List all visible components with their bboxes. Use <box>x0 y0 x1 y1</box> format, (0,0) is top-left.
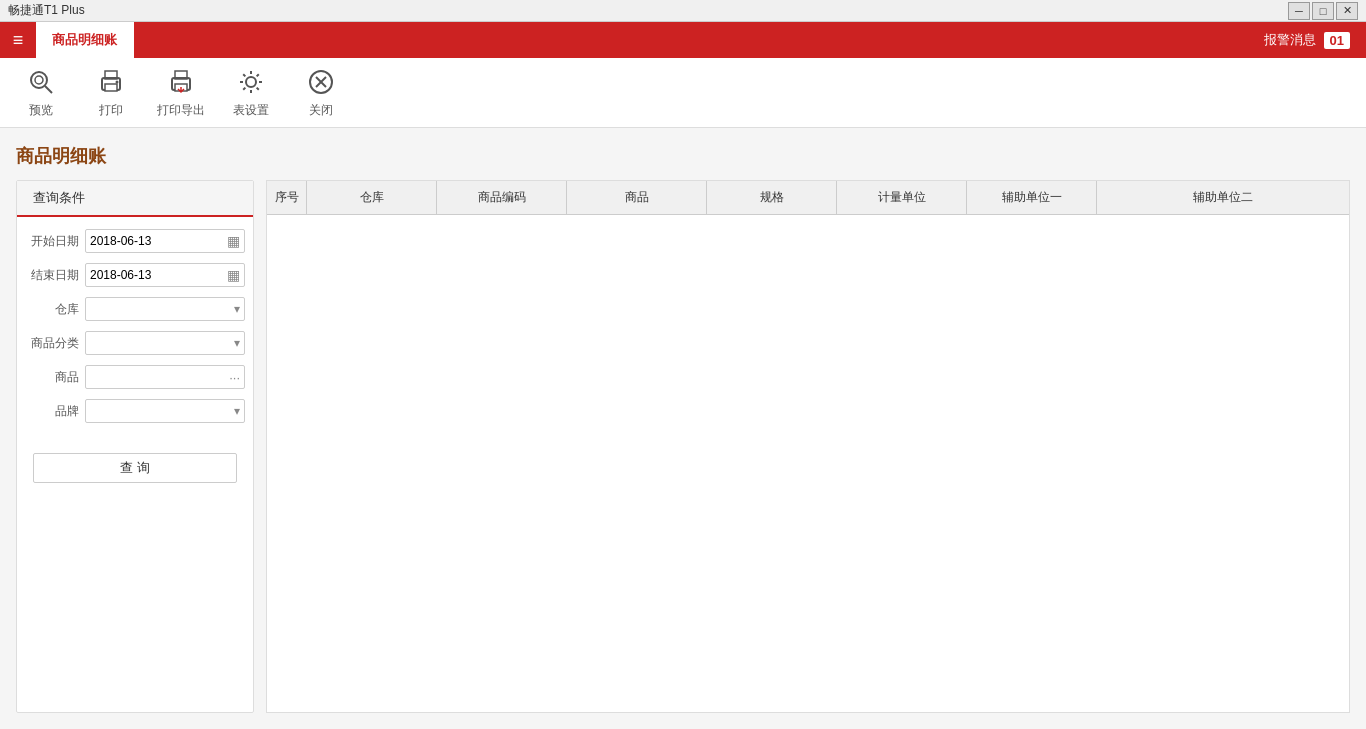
table-settings-icon <box>235 66 267 98</box>
print-export-icon <box>165 66 197 98</box>
warehouse-dropdown-icon: ▾ <box>234 302 240 316</box>
product-dots-icon[interactable]: ··· <box>229 370 240 385</box>
alert-count: 01 <box>1324 32 1350 49</box>
col-header-warehouse: 仓库 <box>307 181 437 214</box>
end-date-label: 结束日期 <box>25 267 85 284</box>
page-content: 商品明细账 查询条件 开始日期 ▦ 结束日期 <box>0 128 1366 729</box>
query-form: 开始日期 ▦ 结束日期 ▦ 仓库 <box>17 217 253 445</box>
maximize-button[interactable]: □ <box>1312 2 1334 20</box>
menu-button[interactable]: ≡ <box>0 22 36 58</box>
preview-label: 预览 <box>29 102 53 119</box>
end-date-row: 结束日期 ▦ <box>25 263 245 287</box>
preview-button[interactable]: 预览 <box>16 66 66 119</box>
svg-point-0 <box>31 72 47 88</box>
print-button[interactable]: 打印 <box>86 66 136 119</box>
category-row: 商品分类 ▾ <box>25 331 245 355</box>
end-date-calendar-icon[interactable]: ▦ <box>227 267 240 283</box>
col-header-unit: 计量单位 <box>837 181 967 214</box>
svg-point-2 <box>35 76 43 84</box>
start-date-input[interactable]: ▦ <box>85 229 245 253</box>
start-date-calendar-icon[interactable]: ▦ <box>227 233 240 249</box>
title-bar: 畅捷通T1 Plus ─ □ ✕ <box>0 0 1366 22</box>
alert-area: 报警消息 01 <box>1264 31 1366 49</box>
start-date-label: 开始日期 <box>25 233 85 250</box>
window-controls[interactable]: ─ □ ✕ <box>1288 2 1358 20</box>
nav-bar: ≡ 商品明细账 报警消息 01 <box>0 22 1366 58</box>
svg-point-11 <box>246 77 256 87</box>
col-header-product: 商品 <box>567 181 707 214</box>
end-date-input[interactable]: ▦ <box>85 263 245 287</box>
warehouse-row: 仓库 ▾ <box>25 297 245 321</box>
print-export-button[interactable]: 打印导出 <box>156 66 206 119</box>
table-body <box>267 215 1349 712</box>
warehouse-select[interactable]: ▾ <box>85 297 245 321</box>
table-area: 序号 仓库 商品编码 商品 规格 计量单位 辅助单位一 辅助单位二 <box>266 180 1350 713</box>
query-button[interactable]: 查 询 <box>33 453 237 483</box>
category-select[interactable]: ▾ <box>85 331 245 355</box>
col-header-product-code: 商品编码 <box>437 181 567 214</box>
col-header-spec: 规格 <box>707 181 837 214</box>
print-label: 打印 <box>99 102 123 119</box>
query-conditions-tab[interactable]: 查询条件 <box>17 181 253 217</box>
query-panel: 查询条件 开始日期 ▦ 结束日期 ▦ <box>16 180 254 713</box>
close-label: 关闭 <box>309 102 333 119</box>
svg-rect-5 <box>105 84 117 91</box>
warehouse-label: 仓库 <box>25 301 85 318</box>
main-layout: 查询条件 开始日期 ▦ 结束日期 ▦ <box>16 180 1350 713</box>
svg-point-6 <box>116 81 119 84</box>
brand-select[interactable]: ▾ <box>85 399 245 423</box>
brand-row: 品牌 ▾ <box>25 399 245 423</box>
app-title: 畅捷通T1 Plus <box>8 2 85 19</box>
col-header-seq: 序号 <box>267 181 307 214</box>
product-label: 商品 <box>25 369 85 386</box>
print-icon <box>95 66 127 98</box>
table-header: 序号 仓库 商品编码 商品 规格 计量单位 辅助单位一 辅助单位二 <box>267 181 1349 215</box>
print-export-label: 打印导出 <box>157 102 205 119</box>
close-window-button[interactable]: ✕ <box>1336 2 1358 20</box>
brand-dropdown-icon: ▾ <box>234 404 240 418</box>
col-header-aux2: 辅助单位二 <box>1097 181 1349 214</box>
nav-tab-product-ledger[interactable]: 商品明细账 <box>36 22 134 58</box>
page-title: 商品明细账 <box>16 144 1350 168</box>
table-settings-button[interactable]: 表设置 <box>226 66 276 119</box>
start-date-field[interactable] <box>90 234 220 248</box>
end-date-field[interactable] <box>90 268 220 282</box>
product-row: 商品 ··· <box>25 365 245 389</box>
close-button[interactable]: 关闭 <box>296 66 346 119</box>
col-header-aux1: 辅助单位一 <box>967 181 1097 214</box>
category-label: 商品分类 <box>25 335 85 352</box>
alert-label: 报警消息 <box>1264 31 1316 49</box>
preview-icon <box>25 66 57 98</box>
svg-line-1 <box>45 86 52 93</box>
start-date-row: 开始日期 ▦ <box>25 229 245 253</box>
toolbar: 预览 打印 打印导出 <box>0 58 1366 128</box>
minimize-button[interactable]: ─ <box>1288 2 1310 20</box>
close-icon <box>305 66 337 98</box>
product-input[interactable]: ··· <box>85 365 245 389</box>
brand-label: 品牌 <box>25 403 85 420</box>
query-button-wrap: 查 询 <box>17 445 253 483</box>
category-dropdown-icon: ▾ <box>234 336 240 350</box>
table-settings-label: 表设置 <box>233 102 269 119</box>
